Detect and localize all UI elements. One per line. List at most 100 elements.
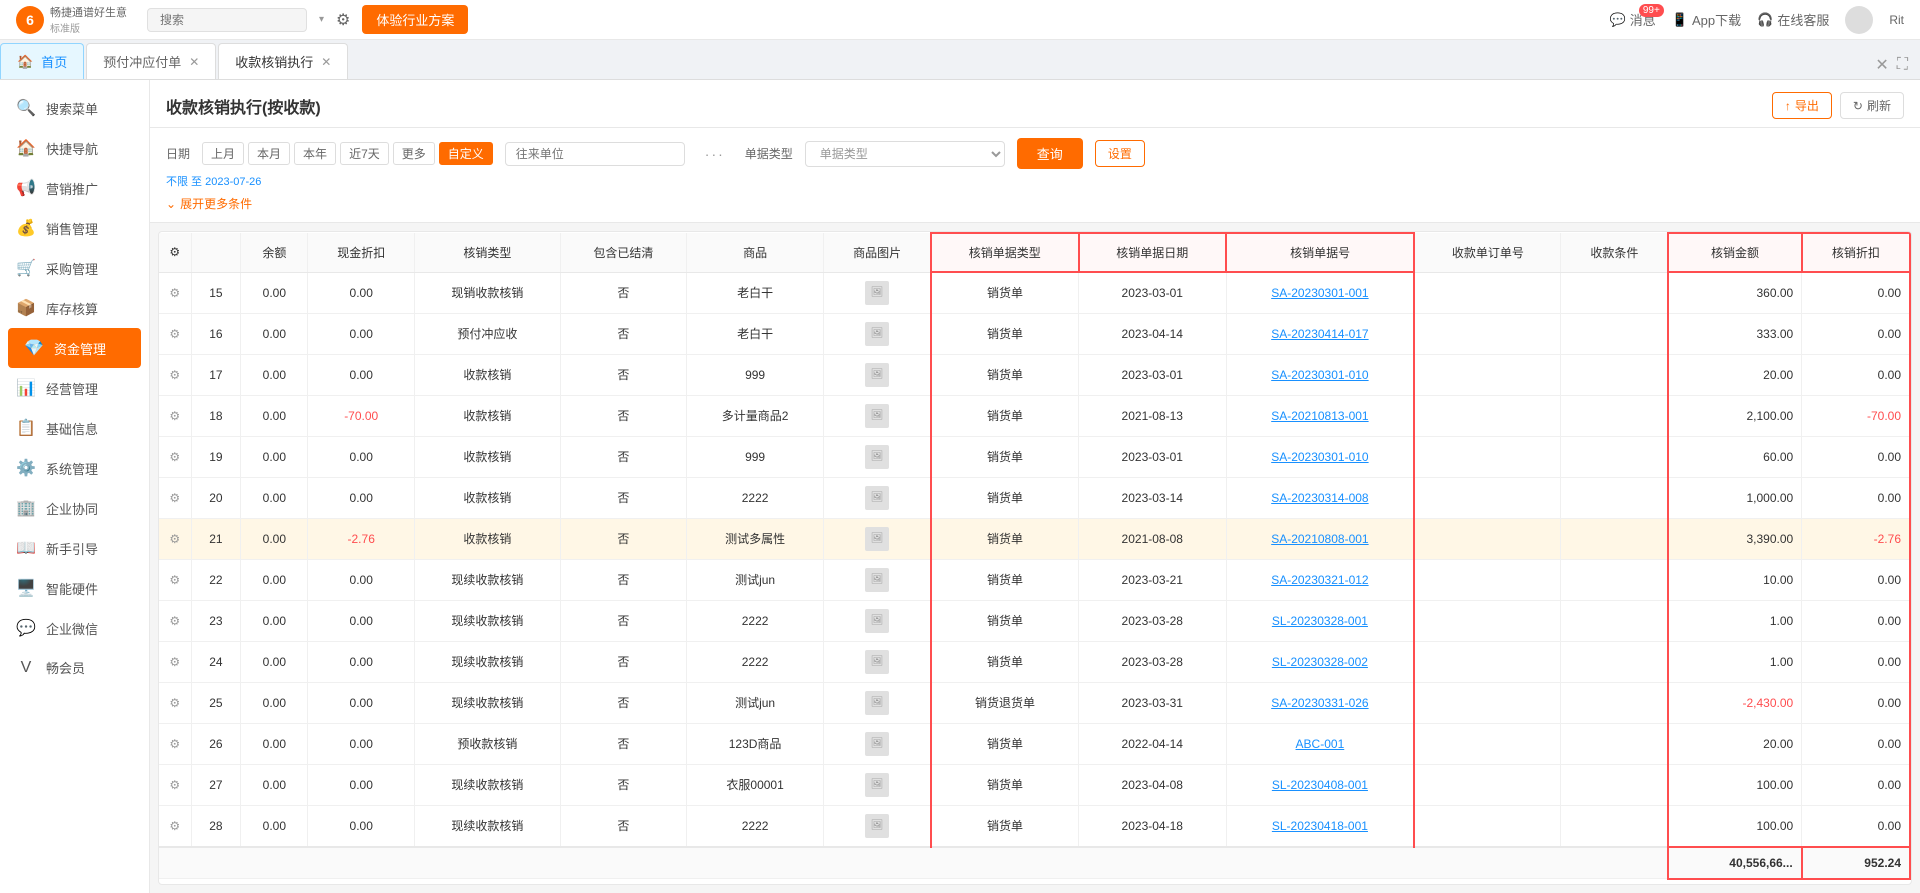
tab-home[interactable]: 🏠 首页 [0,43,84,79]
cell-gear[interactable]: ⚙ [159,641,191,682]
sidebar-item-enterprise[interactable]: 🏢 企业协同 [0,488,149,528]
cell-cash-discount: 0.00 [308,436,415,477]
close-prepay-icon[interactable]: ✕ [189,55,199,69]
sidebar-item-operations[interactable]: 📊 经营管理 [0,368,149,408]
cell-gear[interactable]: ⚙ [159,313,191,354]
sidebar-item-basic[interactable]: 📋 基础信息 [0,408,149,448]
sidebar-item-marketing[interactable]: 📢 营销推广 [0,168,149,208]
cell-balance: 0.00 [241,477,308,518]
date-btn-this-year[interactable]: 本年 [294,142,336,165]
cell-cash-discount: 0.00 [308,764,415,805]
partner-input[interactable] [505,142,685,166]
refresh-button[interactable]: ↻ 刷新 [1840,92,1904,119]
cell-verify-discount: 0.00 [1802,477,1910,518]
cell-cash-discount: 0.00 [308,354,415,395]
cell-balance: 0.00 [241,272,308,313]
cell-product-img: 🖼 [824,723,931,764]
sidebar-item-inventory[interactable]: 📦 库存核算 [0,288,149,328]
top-bar-right: 💬 消息 99+ 📱 App下载 🎧 在线客服 Rit [1610,6,1904,34]
sidebar-item-guide[interactable]: 📖 新手引导 [0,528,149,568]
tab-receivable[interactable]: 收款核销执行 ✕ [218,43,348,79]
table-container[interactable]: ⚙ 余额 现金折扣 核销类型 包含已结清 商品 商品图片 核销单据类型 核销单据… [158,231,1912,885]
sidebar-item-quick[interactable]: 🏠 快捷导航 [0,128,149,168]
cell-gear[interactable]: ⚙ [159,395,191,436]
table-row: ⚙ 23 0.00 0.00 现续收款核销 否 2222 🖼 销货单 2023-… [159,600,1910,641]
cell-verify-bill-no[interactable]: SA-20210813-001 [1226,395,1414,436]
cell-verify-discount: 0.00 [1802,354,1910,395]
query-button[interactable]: 查询 [1017,138,1083,169]
cell-verify-bill-no[interactable]: SL-20230328-001 [1226,600,1414,641]
date-btn-more[interactable]: 更多 [393,142,435,165]
trial-button[interactable]: 体验行业方案 [362,5,468,34]
message-button[interactable]: 💬 消息 99+ [1610,10,1656,29]
user-avatar[interactable] [1845,6,1873,34]
cell-balance: 0.00 [241,395,308,436]
date-btn-last-month[interactable]: 上月 [202,142,244,165]
receipt-type-select[interactable]: 单据类型 [805,141,1005,167]
cell-gear[interactable]: ⚙ [159,477,191,518]
online-service-button[interactable]: 🎧 在线客服 [1757,10,1829,29]
cell-verify-bill-type: 销货单 [931,641,1079,682]
cell-verify-bill-no[interactable]: SA-20230301-010 [1226,436,1414,477]
cell-gear[interactable]: ⚙ [159,600,191,641]
sidebar-item-purchase[interactable]: 🛒 采购管理 [0,248,149,288]
cell-verify-bill-no[interactable]: SA-20230331-026 [1226,682,1414,723]
cell-verify-bill-no[interactable]: SA-20230314-008 [1226,477,1414,518]
sidebar-item-sales[interactable]: 💰 销售管理 [0,208,149,248]
cell-verify-bill-no[interactable]: SA-20230301-001 [1226,272,1414,313]
cell-product: 2222 [687,641,824,682]
close-receivable-icon[interactable]: ✕ [321,55,331,69]
maximize-window-icon[interactable]: ⛶ [1897,56,1908,74]
cell-verify-bill-no[interactable]: SL-20230418-001 [1226,805,1414,847]
cell-rownum: 15 [191,272,241,313]
cell-include-closed: 否 [560,641,686,682]
app-download-button[interactable]: 📱 App下载 [1672,10,1741,29]
sidebar-item-capital[interactable]: 💎 资金管理 [8,328,141,368]
cell-verify-bill-no[interactable]: SA-20230414-017 [1226,313,1414,354]
cell-balance: 0.00 [241,641,308,682]
cell-verify-bill-type: 销货单 [931,723,1079,764]
settings-icon[interactable]: ⚙ [336,10,350,30]
app-icon: 📱 [1672,12,1688,28]
cell-verify-bill-no[interactable]: SA-20210808-001 [1226,518,1414,559]
sidebar-item-wechat[interactable]: 💬 企业微信 [0,608,149,648]
sidebar-item-hardware[interactable]: 🖥️ 智能硬件 [0,568,149,608]
expand-filter-button[interactable]: ⌄ 展开更多条件 [166,195,1904,212]
date-btn-custom[interactable]: 自定义 [439,142,493,165]
cell-receipt-order-no [1414,559,1561,600]
sidebar-item-system[interactable]: ⚙️ 系统管理 [0,448,149,488]
cell-rownum: 27 [191,764,241,805]
cell-receipt-order-no [1414,313,1561,354]
cell-gear[interactable]: ⚙ [159,682,191,723]
cell-gear[interactable]: ⚙ [159,723,191,764]
cell-product: 999 [687,436,824,477]
cell-balance: 0.00 [241,313,308,354]
cell-gear[interactable]: ⚙ [159,354,191,395]
sidebar-item-search[interactable]: 🔍 搜索菜单 [0,88,149,128]
cell-verify-bill-no[interactable]: SA-20230321-012 [1226,559,1414,600]
cell-verify-bill-no[interactable]: SA-20230301-010 [1226,354,1414,395]
cell-gear[interactable]: ⚙ [159,436,191,477]
cell-rownum: 16 [191,313,241,354]
date-btn-this-month[interactable]: 本月 [248,142,290,165]
cell-gear[interactable]: ⚙ [159,805,191,847]
col-settings[interactable]: ⚙ [159,233,191,272]
cell-verify-type: 收款核销 [414,395,560,436]
cell-gear[interactable]: ⚙ [159,518,191,559]
cell-gear[interactable]: ⚙ [159,272,191,313]
filter-settings-button[interactable]: 设置 [1095,140,1145,167]
cell-verify-bill-no[interactable]: ABC-001 [1226,723,1414,764]
close-window-icon[interactable]: ✕ [1875,55,1888,75]
date-btn-7days[interactable]: 近7天 [340,142,389,165]
cell-verify-bill-no[interactable]: SL-20230328-002 [1226,641,1414,682]
cell-verify-bill-no[interactable]: SL-20230408-001 [1226,764,1414,805]
cell-gear[interactable]: ⚙ [159,764,191,805]
cell-verify-type: 收款核销 [414,354,560,395]
export-button[interactable]: ↑ 导出 [1772,92,1832,119]
cell-include-closed: 否 [560,682,686,723]
sidebar-item-member[interactable]: V 畅会员 [0,648,149,687]
col-verify-discount: 核销折扣 [1802,233,1910,272]
tab-prepay[interactable]: 预付冲应付单 ✕ [86,43,216,79]
top-search-input[interactable] [147,8,307,32]
cell-gear[interactable]: ⚙ [159,559,191,600]
